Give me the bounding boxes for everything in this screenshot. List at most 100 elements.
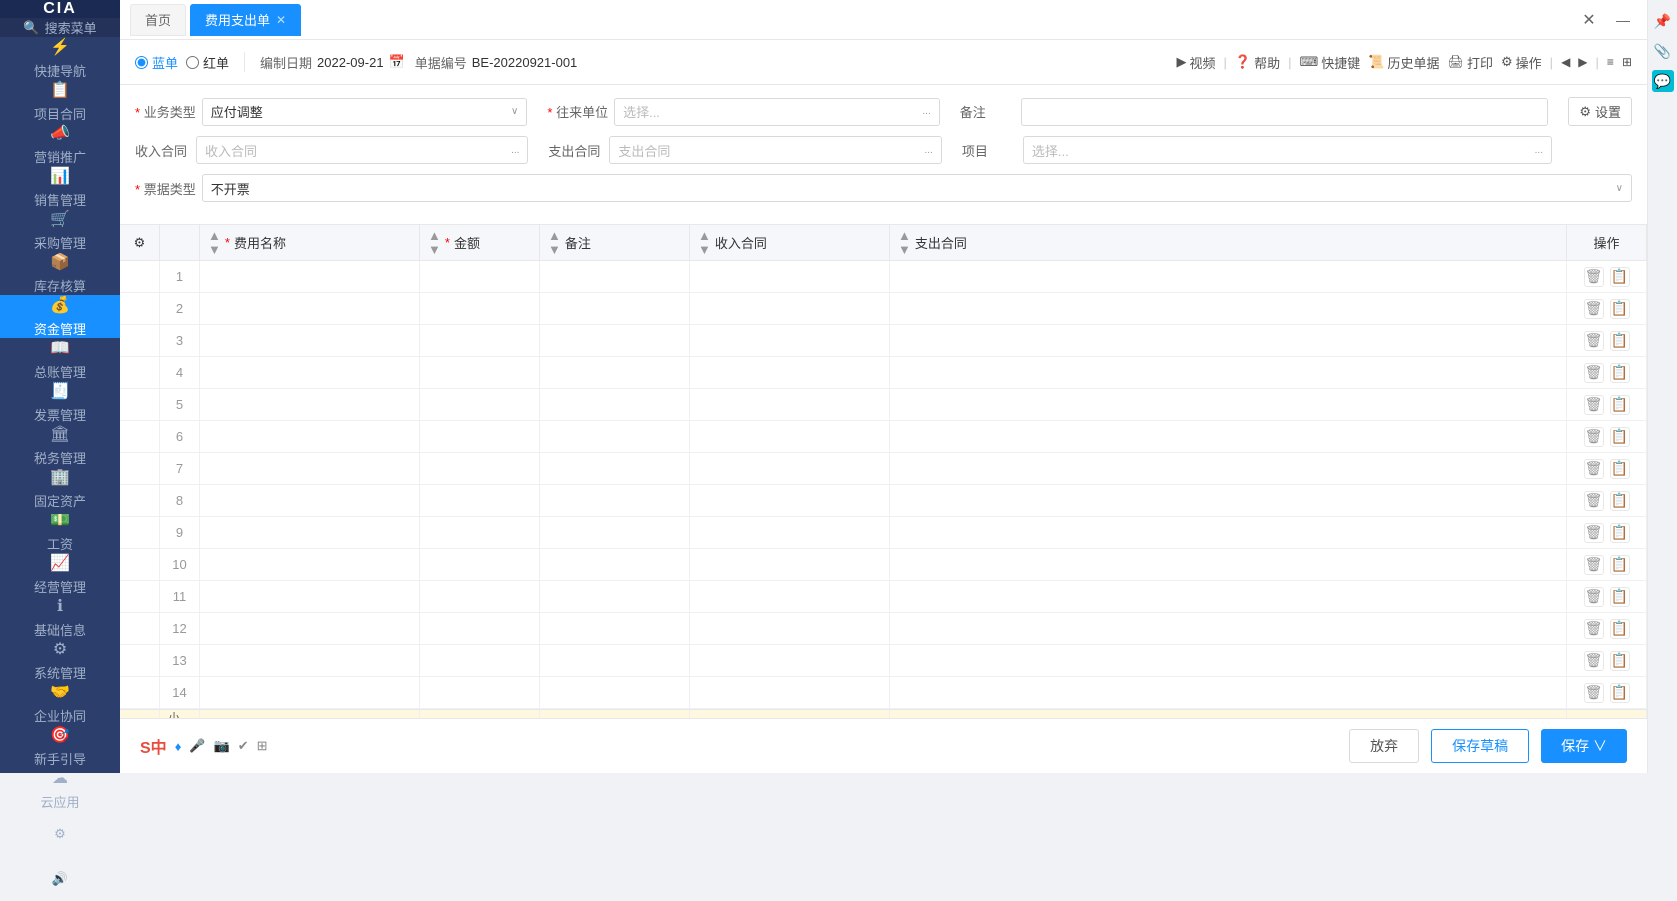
delete-row-icon[interactable]: 🗑 (1584, 427, 1604, 447)
table-row[interactable]: 8 🗑 📋 (120, 485, 1647, 517)
sort-icon[interactable]: ▲▼ (428, 229, 441, 256)
delete-row-icon[interactable]: 🗑 (1584, 555, 1604, 575)
business-type-input[interactable]: 应付调整 ∨ (202, 98, 528, 126)
sidebar-search[interactable]: 🔍 搜索菜单 (0, 18, 120, 37)
col-header-expense-contract[interactable]: ▲▼ 支出合同 (890, 225, 1567, 261)
row-income-col[interactable] (690, 613, 890, 645)
row-expense-col[interactable] (890, 389, 1567, 421)
video-btn[interactable]: ▶ 视频 (1176, 53, 1215, 72)
row-expense-name-col[interactable] (200, 293, 420, 325)
tab-expense[interactable]: 费用支出单 ✕ (190, 4, 301, 36)
table-row[interactable]: 5 🗑 📋 (120, 389, 1647, 421)
row-income-col[interactable] (690, 357, 890, 389)
row-income-col[interactable] (690, 517, 890, 549)
row-income-col[interactable] (690, 293, 890, 325)
row-income-col[interactable] (690, 421, 890, 453)
window-minimize-button[interactable]: — (1609, 6, 1637, 34)
sidebar-item-cloud-app[interactable]: ☁ 云应用 (0, 768, 120, 811)
sidebar-item-marketing[interactable]: 📣 营销推广 (0, 123, 120, 166)
row-amount-col[interactable] (420, 581, 540, 613)
table-row[interactable]: 12 🗑 📋 (120, 613, 1647, 645)
row-expense-name-col[interactable] (200, 485, 420, 517)
copy-row-icon[interactable]: 📋 (1610, 491, 1630, 511)
row-expense-col[interactable] (890, 613, 1567, 645)
copy-row-icon[interactable]: 📋 (1610, 587, 1630, 607)
row-note-col[interactable] (540, 517, 690, 549)
bill-type-input[interactable]: 不开票 ∨ (202, 174, 1632, 202)
row-amount-col[interactable] (420, 389, 540, 421)
shortcut-btn[interactable]: ⌨ 快捷键 (1299, 53, 1360, 72)
copy-row-icon[interactable]: 📋 (1610, 267, 1630, 287)
row-note-col[interactable] (540, 613, 690, 645)
income-contract-input[interactable]: 收入合同 ... (196, 136, 528, 164)
row-income-col[interactable] (690, 645, 890, 677)
row-expense-name-col[interactable] (200, 581, 420, 613)
sidebar-item-new-guide[interactable]: 🎯 新手引导 (0, 725, 120, 768)
project-input[interactable]: 选择... ... (1023, 136, 1552, 164)
row-income-col[interactable] (690, 389, 890, 421)
more-ops-btn[interactable]: ⚙ 操作 (1501, 53, 1542, 72)
delete-row-icon[interactable]: 🗑 (1584, 459, 1604, 479)
row-amount-col[interactable] (420, 677, 540, 709)
window-close-button[interactable]: ✕ (1575, 6, 1603, 34)
row-expense-name-col[interactable] (200, 677, 420, 709)
row-expense-name-col[interactable] (200, 517, 420, 549)
copy-row-icon[interactable]: 📋 (1610, 555, 1630, 575)
row-expense-col[interactable] (890, 549, 1567, 581)
row-amount-col[interactable] (420, 261, 540, 293)
delete-row-icon[interactable]: 🗑 (1584, 491, 1604, 511)
row-note-col[interactable] (540, 293, 690, 325)
row-expense-col[interactable] (890, 261, 1567, 293)
row-income-col[interactable] (690, 485, 890, 517)
calendar-icon[interactable]: 📅 (389, 54, 405, 70)
note-input[interactable] (1021, 98, 1549, 126)
copy-row-icon[interactable]: 📋 (1610, 651, 1630, 671)
row-income-col[interactable] (690, 261, 890, 293)
sidebar-item-base-info[interactable]: ℹ 基础信息 (0, 596, 120, 639)
form-settings-button[interactable]: ⚙ 设置 (1568, 97, 1632, 126)
row-expense-col[interactable] (890, 485, 1567, 517)
sidebar-item-salary[interactable]: 💵 工资 (0, 510, 120, 553)
copy-row-icon[interactable]: 📋 (1610, 619, 1630, 639)
row-amount-col[interactable] (420, 421, 540, 453)
row-amount-col[interactable] (420, 357, 540, 389)
row-amount-col[interactable] (420, 485, 540, 517)
sidebar-settings-btn[interactable]: ⚙ (0, 811, 120, 856)
delete-row-icon[interactable]: 🗑 (1584, 267, 1604, 287)
sidebar-volume-btn[interactable]: 🔊 (0, 856, 120, 901)
sidebar-item-enterprise[interactable]: 🤝 企业协同 (0, 682, 120, 725)
sidebar-item-tax[interactable]: 🏛 税务管理 (0, 424, 120, 467)
row-expense-col[interactable] (890, 325, 1567, 357)
list-view-btn[interactable]: ≡ (1607, 55, 1614, 69)
table-row[interactable]: 11 🗑 📋 (120, 581, 1647, 613)
table-row[interactable]: 14 🗑 📋 (120, 677, 1647, 709)
delete-row-icon[interactable]: 🗑 (1584, 523, 1604, 543)
row-expense-col[interactable] (890, 421, 1567, 453)
row-expense-name-col[interactable] (200, 613, 420, 645)
copy-row-icon[interactable]: 📋 (1610, 299, 1630, 319)
row-expense-col[interactable] (890, 581, 1567, 613)
sidebar-item-operations[interactable]: 📈 经营管理 (0, 553, 120, 596)
table-row[interactable]: 6 🗑 📋 (120, 421, 1647, 453)
row-income-col[interactable] (690, 581, 890, 613)
row-note-col[interactable] (540, 325, 690, 357)
partner-input[interactable]: 选择... ... (614, 98, 940, 126)
table-row[interactable]: 7 🗑 📋 (120, 453, 1647, 485)
row-income-col[interactable] (690, 325, 890, 357)
help-btn[interactable]: ❓ 帮助 (1235, 53, 1280, 72)
sort-icon[interactable]: ▲▼ (898, 229, 911, 256)
row-note-col[interactable] (540, 453, 690, 485)
sidebar-item-inventory[interactable]: 📦 库存核算 (0, 252, 120, 295)
row-note-col[interactable] (540, 261, 690, 293)
row-expense-col[interactable] (890, 677, 1567, 709)
sidebar-item-system[interactable]: ⚙ 系统管理 (0, 639, 120, 682)
sidebar-item-assets[interactable]: 🏢 固定资产 (0, 467, 120, 510)
row-amount-col[interactable] (420, 645, 540, 677)
table-row[interactable]: 3 🗑 📋 (120, 325, 1647, 357)
row-note-col[interactable] (540, 485, 690, 517)
row-income-col[interactable] (690, 677, 890, 709)
delete-row-icon[interactable]: 🗑 (1584, 619, 1604, 639)
red-bill-radio[interactable]: 红单 (186, 53, 229, 72)
delete-row-icon[interactable]: 🗑 (1584, 395, 1604, 415)
row-amount-col[interactable] (420, 517, 540, 549)
